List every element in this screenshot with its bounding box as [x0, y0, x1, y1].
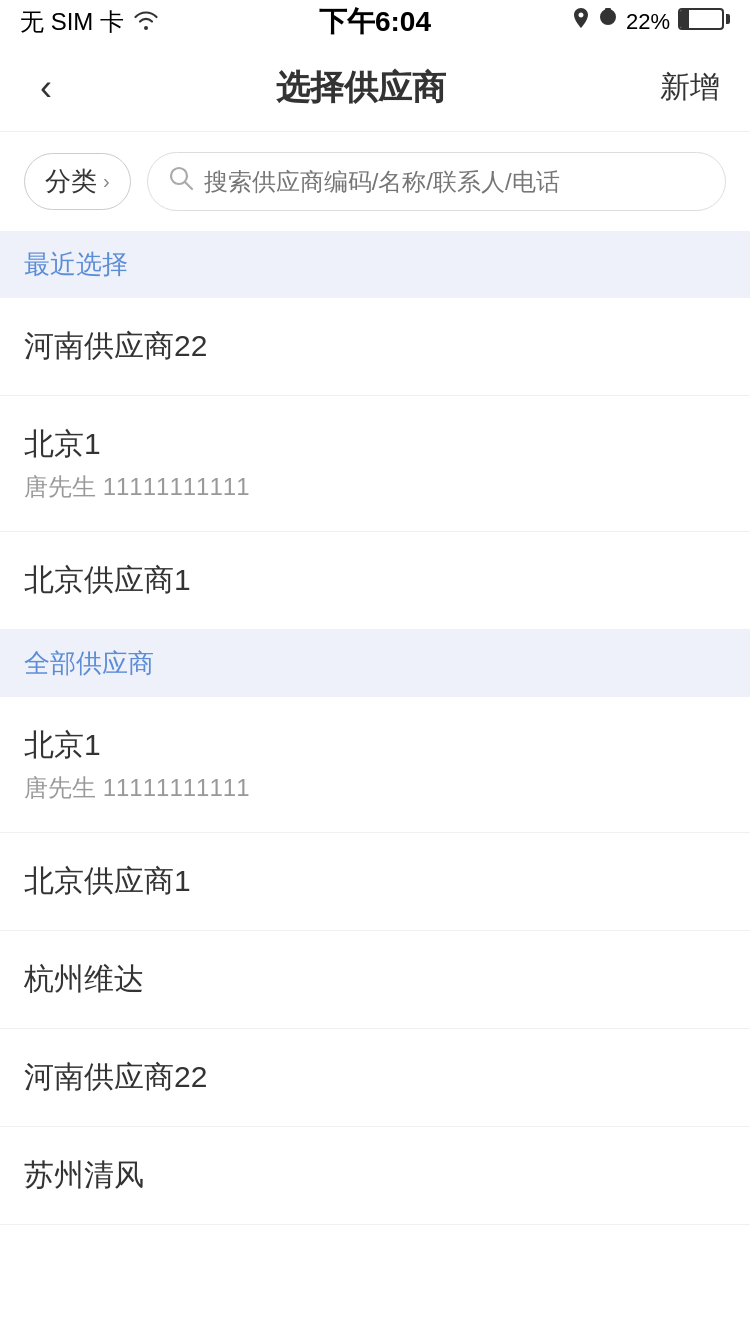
item-sub: 唐先生 11111111111: [24, 471, 726, 503]
sections-container: 最近选择河南供应商22 北京1 唐先生 11111111111 北京供应商1 全部供应商…: [0, 231, 750, 1225]
status-time: 下午6:04: [319, 3, 431, 41]
list-item[interactable]: 河南供应商22: [0, 1029, 750, 1127]
category-button[interactable]: 分类 ›: [24, 153, 131, 210]
chevron-right-icon: ›: [103, 170, 110, 193]
item-name: 杭州维达: [24, 959, 726, 1000]
item-name: 河南供应商22: [24, 326, 726, 367]
search-box: [147, 152, 726, 211]
page-title: 选择供应商: [276, 65, 446, 111]
back-button[interactable]: ‹: [30, 57, 62, 119]
add-button[interactable]: 新增: [660, 67, 720, 108]
status-bar: 无 SIM 卡 下午6:04 22%: [0, 0, 750, 44]
list-item[interactable]: 杭州维达: [0, 931, 750, 1029]
item-name: 北京1: [24, 725, 726, 766]
section-header-recent: 最近选择: [0, 231, 750, 298]
item-name: 苏州清风: [24, 1155, 726, 1196]
svg-rect-1: [605, 8, 611, 11]
item-name: 河南供应商22: [24, 1057, 726, 1098]
list-item[interactable]: 北京1 唐先生 11111111111: [0, 697, 750, 833]
wifi-icon: [132, 8, 160, 36]
battery-icon: [678, 8, 730, 36]
location-icon: [572, 8, 590, 36]
carrier-text: 无 SIM 卡: [20, 6, 124, 38]
section-header-all: 全部供应商: [0, 630, 750, 697]
list-item[interactable]: 苏州清风: [0, 1127, 750, 1225]
search-icon: [168, 165, 194, 198]
nav-bar: ‹ 选择供应商 新增: [0, 44, 750, 132]
battery-text: 22%: [626, 9, 670, 35]
status-left: 无 SIM 卡: [20, 6, 160, 38]
list-item[interactable]: 河南供应商22: [0, 298, 750, 396]
status-right: 22%: [572, 8, 730, 36]
list-item[interactable]: 北京1 唐先生 11111111111: [0, 396, 750, 532]
list-item[interactable]: 北京供应商1: [0, 833, 750, 931]
svg-line-3: [185, 182, 192, 189]
item-sub: 唐先生 11111111111: [24, 772, 726, 804]
category-label: 分类: [45, 164, 97, 199]
search-input[interactable]: [204, 168, 705, 196]
item-name: 北京供应商1: [24, 560, 726, 601]
alarm-icon: [598, 8, 618, 36]
list-item[interactable]: 北京供应商1: [0, 532, 750, 630]
item-name: 北京供应商1: [24, 861, 726, 902]
filter-bar: 分类 ›: [0, 132, 750, 231]
item-name: 北京1: [24, 424, 726, 465]
